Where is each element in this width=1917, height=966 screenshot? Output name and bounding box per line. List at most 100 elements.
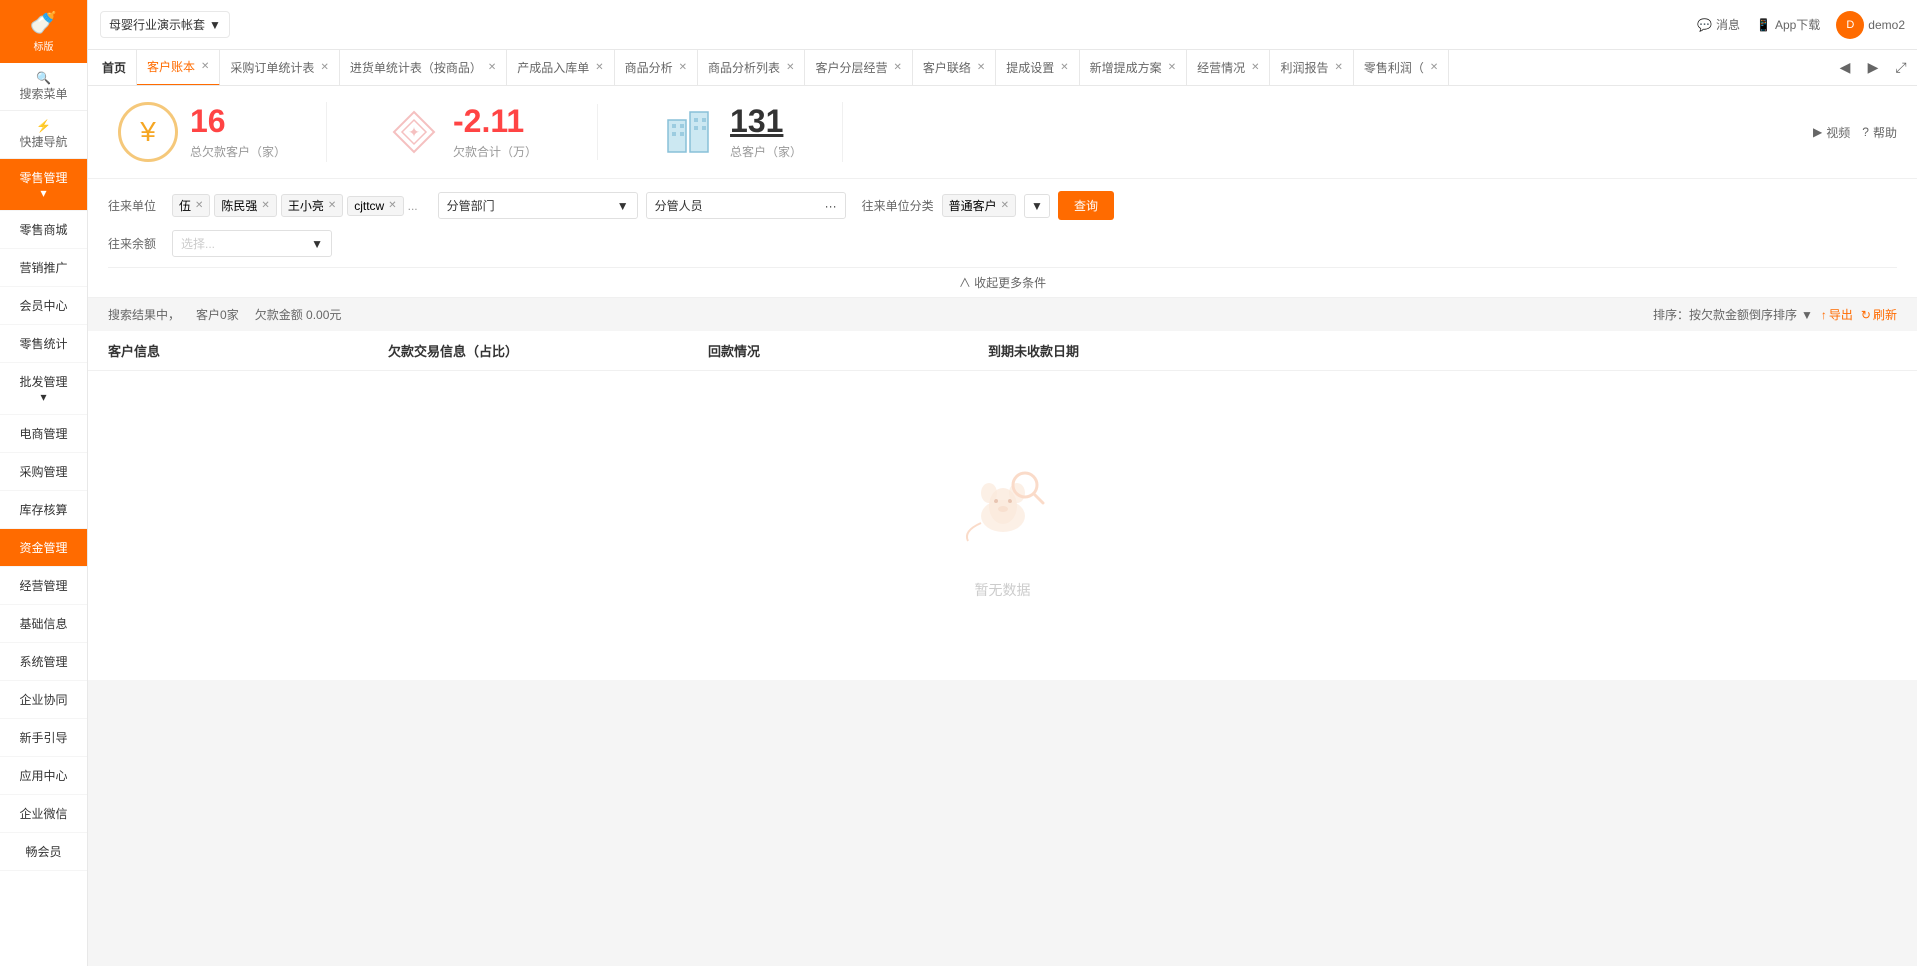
sidebar-item-purchase[interactable]: 采购管理 (0, 453, 87, 491)
sidebar-item-member[interactable]: 会员中心 (0, 287, 87, 325)
sidebar-item-ecommerce[interactable]: 电商管理 (0, 415, 87, 453)
sidebar-item-inventory[interactable]: 库存核算 (0, 491, 87, 529)
tab-incoming-stats[interactable]: 进货单统计表（按商品） ✕ (340, 50, 507, 86)
tab-prev-button[interactable]: ◀ (1833, 56, 1857, 80)
tab-close-contact[interactable]: ✕ (977, 62, 985, 73)
topbar-right: 💬 消息 📱 App下载 D demo2 (1697, 11, 1905, 39)
logo-text: 标版 (34, 38, 54, 53)
stat-info-customers: 16 总欠款客户（家） (190, 104, 286, 160)
sidebar-item-retail-stats[interactable]: 零售统计 (0, 325, 87, 363)
sort-select[interactable]: 排序：按欠款金额倒序排序 ▼ (1653, 306, 1813, 323)
sidebar-item-marketing[interactable]: 营销推广 (0, 249, 87, 287)
tab-new-plan[interactable]: 新增提成方案 ✕ (1080, 50, 1187, 86)
tab-promotion-settings[interactable]: 提成设置 ✕ (996, 50, 1079, 86)
empty-state: 暂无数据 (88, 371, 1917, 680)
tab-retail-profit[interactable]: 零售利润（ ✕ (1354, 50, 1449, 86)
industry-arrow-icon: ▼ (209, 18, 221, 32)
tab-close-purchase-order[interactable]: ✕ (320, 62, 328, 73)
user-menu[interactable]: D demo2 (1836, 11, 1905, 39)
unit-tags: 伍 ✕ 陈民强 ✕ 王小亮 ✕ cjttcw ✕ (172, 194, 418, 217)
unit-tag-text-0: 伍 (179, 197, 191, 214)
tab-close-promotion[interactable]: ✕ (1060, 62, 1068, 73)
search-result-label: 搜索结果中， (108, 306, 180, 323)
unit-tag-text-2: 王小亮 (288, 197, 324, 214)
person-more-icon: ··· (825, 199, 837, 213)
help-icon: ? (1862, 125, 1869, 139)
unit-tag-close-2[interactable]: ✕ (328, 200, 336, 211)
tab-close-production[interactable]: ✕ (595, 62, 603, 73)
page-content: ¥ 16 总欠款客户（家） ✦ -2.11 (88, 86, 1917, 966)
message-button[interactable]: 💬 消息 (1697, 16, 1740, 33)
tab-expand-button[interactable]: ⤢ (1889, 56, 1913, 80)
sidebar-item-app-center[interactable]: 应用中心 (0, 757, 87, 795)
app-download-button[interactable]: 📱 App下载 (1756, 16, 1820, 33)
tab-close-product-analysis[interactable]: ✕ (679, 62, 687, 73)
sidebar-item-search[interactable]: 🔍 搜索菜单 (0, 63, 87, 111)
download-icon: 📱 (1756, 18, 1771, 32)
sidebar-item-capital[interactable]: 资金管理 (0, 529, 87, 567)
balance-select[interactable]: 选择... ▼ (172, 230, 332, 257)
industry-selector[interactable]: 母婴行业演示帐套 ▼ (100, 11, 230, 38)
sidebar-item-wechat[interactable]: 企业微信 (0, 795, 87, 833)
sidebar-item-retail-shop[interactable]: 零售商城 (0, 211, 87, 249)
tab-close-analysis-list[interactable]: ✕ (786, 62, 794, 73)
unit-tag-close-1[interactable]: ✕ (261, 200, 269, 211)
video-button[interactable]: ▶ 视频 (1813, 124, 1850, 141)
tab-close-retail-profit[interactable]: ✕ (1430, 62, 1438, 73)
unit-tags-more[interactable]: ... (408, 199, 418, 213)
query-button[interactable]: 查询 (1058, 191, 1114, 220)
filter-area: 往来单位 伍 ✕ 陈民强 ✕ 王小亮 ✕ (88, 179, 1917, 298)
refresh-button[interactable]: ↻ 刷新 (1861, 306, 1897, 323)
collapse-button[interactable]: ∧ 收起更多条件 (108, 267, 1897, 297)
tab-production-inbound[interactable]: 产成品入库单 ✕ (507, 50, 614, 86)
dept-select[interactable]: 分管部门 ▼ (438, 192, 638, 219)
sidebar-item-batch[interactable]: 批发管理 ▾ (0, 363, 87, 415)
topbar-left: 母婴行业演示帐套 ▼ (100, 11, 230, 38)
export-icon: ↑ (1821, 308, 1827, 322)
tab-product-analysis[interactable]: 商品分析 ✕ (615, 50, 698, 86)
sidebar-item-retail[interactable]: 零售管理 ▾ (0, 159, 87, 211)
unit-tag-close-0[interactable]: ✕ (195, 200, 203, 211)
tab-business[interactable]: 经营情况 ✕ (1187, 50, 1270, 86)
sidebar-item-system[interactable]: 系统管理 (0, 643, 87, 681)
tab-close-new-plan[interactable]: ✕ (1168, 62, 1176, 73)
sidebar-item-operation[interactable]: 经营管理 (0, 567, 87, 605)
unit-class-label: 往来单位分类 (862, 197, 934, 214)
total-customers-value: 16 (190, 104, 286, 139)
debt-icon: ✦ (387, 105, 441, 159)
content-inner: ¥ 16 总欠款客户（家） ✦ -2.11 (88, 86, 1917, 680)
tab-close-segmentation[interactable]: ✕ (893, 62, 901, 73)
unit-class-arrow-btn[interactable]: ▼ (1024, 194, 1050, 218)
tab-customer-contact[interactable]: 客户联络 ✕ (913, 50, 996, 86)
tab-home[interactable]: 首页 (92, 50, 137, 86)
sidebar-item-quick-nav[interactable]: ⚡ 快捷导航 (0, 111, 87, 159)
unit-class-tag-close-0[interactable]: ✕ (1001, 200, 1009, 211)
tab-profit-report[interactable]: 利润报告 ✕ (1270, 50, 1353, 86)
help-button[interactable]: ? 帮助 (1862, 124, 1897, 141)
sidebar-item-guide[interactable]: 新手引导 (0, 719, 87, 757)
total-debt-value: -2.11 (453, 104, 537, 139)
sidebar-item-basic-info[interactable]: 基础信息 (0, 605, 87, 643)
person-select[interactable]: 分管人员 ··· (646, 192, 846, 219)
tab-customer-book[interactable]: 客户账本 ✕ (137, 50, 220, 86)
export-button[interactable]: ↑ 导出 (1821, 306, 1853, 323)
arrow-icon: ▾ (40, 186, 46, 200)
tab-purchase-order-stats[interactable]: 采购订单统计表 ✕ (220, 50, 339, 86)
tab-customer-segmentation[interactable]: 客户分层经营 ✕ (805, 50, 912, 86)
refresh-icon: ↻ (1861, 308, 1871, 322)
total-customers2-value: 131 (730, 104, 802, 139)
sidebar-item-vip[interactable]: 畅会员 (0, 833, 87, 871)
tab-next-button[interactable]: ▶ (1861, 56, 1885, 80)
unit-tag-close-3[interactable]: ✕ (388, 200, 396, 211)
avatar: D (1836, 11, 1864, 39)
tab-close-business[interactable]: ✕ (1251, 62, 1259, 73)
empty-text: 暂无数据 (975, 580, 1031, 600)
tab-product-analysis-list[interactable]: 商品分析列表 ✕ (698, 50, 805, 86)
tab-close-customer-book[interactable]: ✕ (201, 61, 209, 72)
tab-close-incoming-stats[interactable]: ✕ (488, 62, 496, 73)
sidebar-item-enterprise[interactable]: 企业协同 (0, 681, 87, 719)
tab-close-profit[interactable]: ✕ (1335, 62, 1343, 73)
search-icon: 🔍 (8, 71, 79, 85)
unit-tag-2: 王小亮 ✕ (281, 194, 343, 217)
total-customers2-label: 总客户（家） (730, 143, 802, 160)
